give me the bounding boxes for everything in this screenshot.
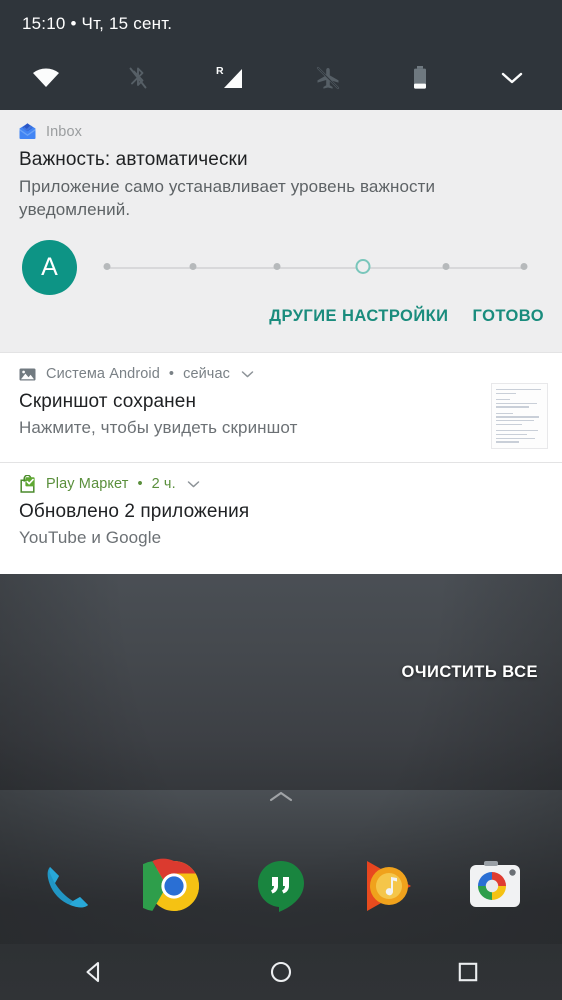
notification-text: Приложение само устанавливает уровень ва…	[19, 177, 436, 219]
cell-signal-roaming-icon[interactable]: R	[210, 61, 256, 95]
notification-text: YouTube и Google	[19, 527, 162, 547]
slider-step-0[interactable]	[103, 263, 111, 271]
nav-recents-button[interactable]	[432, 944, 504, 1000]
notification-separator: •	[168, 366, 175, 383]
notification-timestamp: 2 ч.	[151, 476, 176, 493]
dock-icon-hangouts[interactable]	[250, 855, 312, 917]
notification-header: Inbox	[0, 110, 562, 140]
notification-app-name: Play Маркет	[46, 476, 129, 493]
notification-importance-tuner[interactable]: Inbox Важность: автоматически Приложение…	[0, 110, 562, 352]
done-button[interactable]: ГОТОВО	[472, 307, 544, 326]
tuner-action-row: ДРУГИЕ НАСТРОЙКИ ГОТОВО	[0, 294, 562, 352]
more-settings-button[interactable]: ДРУГИЕ НАСТРОЙКИ	[269, 307, 448, 326]
notification-screenshot[interactable]: Система Android • сейчас Скриншот сохран…	[0, 352, 562, 462]
notification-play-store-update[interactable]: Play Маркет • 2 ч. Обновлено 2 приложени…	[0, 462, 562, 574]
play-store-bag-icon	[18, 474, 37, 494]
image-icon	[18, 365, 37, 384]
dock	[0, 840, 562, 932]
slider-step-2[interactable]	[273, 263, 281, 271]
quick-settings-header: 15:10 • Чт, 15 сент. R	[0, 0, 562, 110]
status-bar-icons: R	[0, 48, 562, 108]
clear-all-button[interactable]: ОЧИСТИТЬ ВСЕ	[402, 663, 538, 682]
nav-home-button[interactable]	[245, 944, 317, 1000]
home-circle-icon	[270, 961, 292, 983]
slider-step-5[interactable]	[520, 263, 528, 271]
android-screen: 15:10 • Чт, 15 сент. R Inbox Важность: а…	[0, 0, 562, 1000]
notification-shade: Inbox Важность: автоматически Приложение…	[0, 110, 562, 574]
chevron-up-icon	[269, 791, 293, 802]
notification-title: Важность: автоматически	[19, 149, 248, 170]
importance-slider-row: A	[0, 222, 562, 296]
app-drawer-handle[interactable]	[0, 782, 562, 812]
notification-timestamp: сейчас	[183, 366, 230, 383]
notification-separator: •	[137, 476, 143, 493]
dock-icon-phone[interactable]	[36, 855, 98, 917]
chevron-down-icon[interactable]	[492, 61, 532, 95]
clear-all-bar: ОЧИСТИТЬ ВСЕ	[0, 644, 562, 700]
recents-square-icon	[459, 962, 478, 982]
slider-step-1[interactable]	[189, 263, 197, 271]
notification-title: Скриншот сохранен	[19, 390, 197, 412]
notification-header: Система Android • сейчас	[0, 353, 562, 383]
notification-text: Нажмите, чтобы увидеть скриншот	[19, 417, 298, 437]
bluetooth-off-icon[interactable]	[118, 61, 158, 95]
screenshot-thumbnail[interactable]	[491, 382, 548, 449]
dock-icon-camera[interactable]	[464, 855, 526, 917]
app-avatar: A	[22, 240, 77, 296]
slider-track	[107, 267, 522, 269]
navigation-bar	[0, 944, 562, 1000]
notification-title: Обновлено 2 приложения	[19, 500, 250, 522]
slider-step-4[interactable]	[442, 263, 450, 271]
notification-header: Play Маркет • 2 ч.	[0, 463, 562, 493]
notification-app-name: Система Android	[46, 366, 160, 383]
notification-app-name: Inbox	[46, 123, 82, 140]
dock-icon-chrome[interactable]	[130, 855, 205, 917]
nav-back-button[interactable]	[58, 944, 130, 1000]
inbox-envelope-icon	[18, 122, 37, 141]
roaming-badge: R	[216, 65, 224, 77]
importance-slider[interactable]	[103, 240, 528, 295]
battery-icon[interactable]	[400, 61, 440, 95]
slider-thumb-selected[interactable]	[355, 259, 371, 275]
airplane-mode-off-icon[interactable]	[308, 61, 348, 95]
back-triangle-icon	[86, 961, 99, 983]
expand-chevron-down-icon[interactable]	[186, 478, 201, 490]
expand-chevron-down-icon[interactable]	[240, 368, 255, 380]
status-bar-clock-row: 15:10 • Чт, 15 сент.	[0, 0, 562, 48]
wifi-icon[interactable]	[26, 61, 66, 95]
dock-icon-play-music[interactable]	[357, 855, 419, 917]
status-clock: 15:10 • Чт, 15 сент.	[22, 14, 173, 33]
